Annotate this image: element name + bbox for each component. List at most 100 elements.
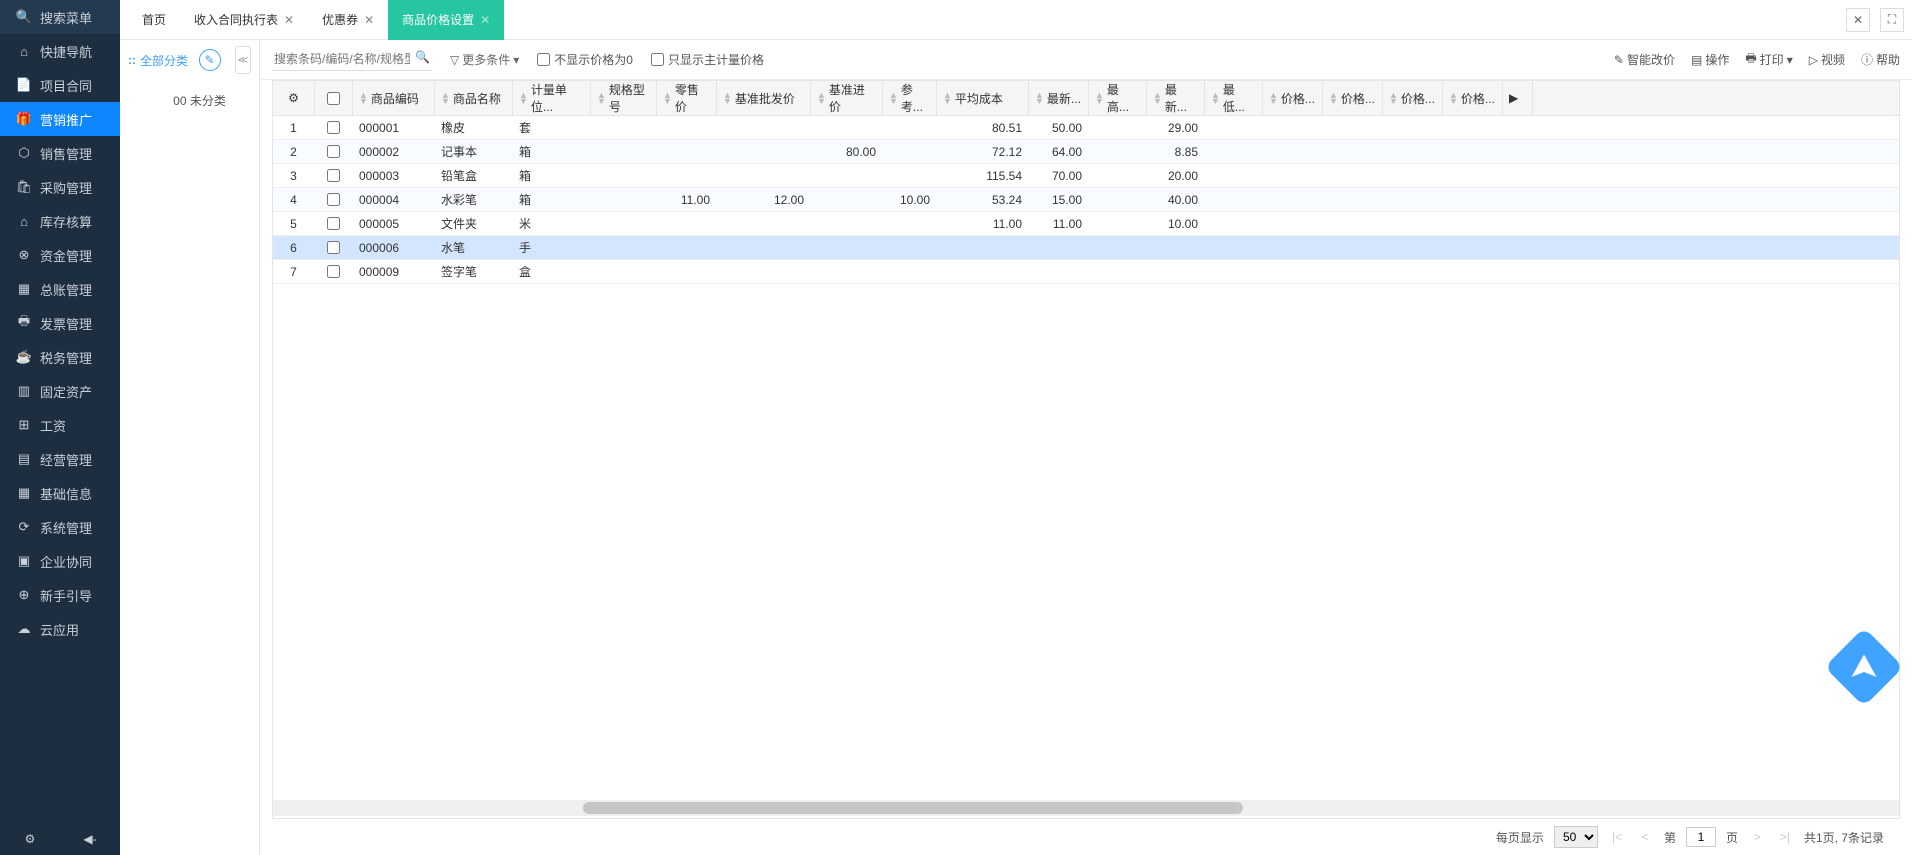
col-reference[interactable]: ▲▼参考... [883, 81, 937, 115]
cell-low [1205, 246, 1263, 250]
cell-unit: 套 [513, 117, 591, 138]
select-all-checkbox[interactable] [315, 81, 353, 115]
settings-icon[interactable]: ⚙ [0, 823, 60, 855]
cell-ref [883, 174, 937, 178]
sidebar-item-5[interactable]: 🛍采购管理 [0, 170, 120, 204]
all-categories-link[interactable]: 全部分类 [128, 52, 188, 69]
col-highest[interactable]: ▲▼最高... [1089, 81, 1147, 115]
sidebar-item-13[interactable]: ▤经营管理 [0, 442, 120, 476]
col-price2[interactable]: ▲▼价格... [1323, 81, 1383, 115]
cell-retail [657, 126, 717, 130]
collapse-sidebar-icon[interactable]: ◀- [60, 823, 120, 855]
col-price4[interactable]: ▲▼价格... [1443, 81, 1503, 115]
close-icon[interactable]: ✕ [480, 13, 490, 27]
close-icon[interactable]: ✕ [284, 13, 294, 27]
cell-high [1089, 198, 1147, 202]
col-base-purchase[interactable]: ▲▼基准进价 [811, 81, 883, 115]
col-retail[interactable]: ▲▼零售价 [657, 81, 717, 115]
cell-spec [591, 174, 657, 178]
row-checkbox[interactable] [315, 263, 353, 280]
prev-page-button[interactable]: < [1636, 830, 1654, 844]
sidebar-item-0[interactable]: 🔍搜索菜单 [0, 0, 120, 34]
cell-end [1503, 126, 1533, 130]
sidebar-item-14[interactable]: ▦基础信息 [0, 476, 120, 510]
tab-label: 首页 [142, 11, 166, 28]
table-row[interactable]: 5000005文件夹米11.0011.0010.00 [273, 212, 1899, 236]
tab-0[interactable]: 首页 [128, 0, 180, 40]
col-lowest[interactable]: ▲▼最低... [1205, 81, 1263, 115]
search-icon[interactable]: 🔍 [415, 50, 430, 64]
sidebar-item-1[interactable]: ⌂快捷导航 [0, 34, 120, 68]
col-spec[interactable]: ▲▼规格型号 [591, 81, 657, 115]
sidebar-item-12[interactable]: ⊞工资 [0, 408, 120, 442]
tab-label: 优惠券 [322, 11, 358, 28]
row-checkbox[interactable] [315, 239, 353, 256]
table-row[interactable]: 2000002记事本箱80.0072.1264.008.85 [273, 140, 1899, 164]
print-button[interactable]: 🖶 打印 ▾ [1745, 49, 1792, 70]
operate-button[interactable]: ▤ 操作 [1691, 49, 1729, 70]
smart-price-button[interactable]: ✎ 智能改价 [1614, 49, 1675, 70]
sidebar-item-7[interactable]: ⊗资金管理 [0, 238, 120, 272]
hide-zero-price-checkbox[interactable]: 不显示价格为0 [537, 51, 633, 68]
cell-avg: 80.51 [937, 119, 1029, 137]
fullscreen-button[interactable]: ⛶ [1880, 8, 1904, 32]
tab-1[interactable]: 收入合同执行表✕ [180, 0, 308, 40]
cell-wholesale [717, 126, 811, 130]
col-latest2[interactable]: ▲▼最新... [1147, 81, 1205, 115]
sidebar-item-3[interactable]: 🎁营销推广 [0, 102, 120, 136]
collapse-panel-button[interactable]: ≪ [235, 46, 251, 74]
sidebar-item-11[interactable]: ▥固定资产 [0, 374, 120, 408]
table-row[interactable]: 7000009签字笔盒 [273, 260, 1899, 284]
sidebar-item-15[interactable]: ⟳系统管理 [0, 510, 120, 544]
last-page-button[interactable]: >| [1776, 830, 1794, 844]
sidebar-item-10[interactable]: ☕税务管理 [0, 340, 120, 374]
table-row[interactable]: 1000001橡皮套80.5150.0029.00 [273, 116, 1899, 140]
col-latest1[interactable]: ▲▼最新... [1029, 81, 1089, 115]
row-checkbox[interactable] [315, 191, 353, 208]
sidebar-item-9[interactable]: 🖶发票管理 [0, 306, 120, 340]
table-row[interactable]: 3000003铅笔盒箱115.5470.0020.00 [273, 164, 1899, 188]
per-page-select[interactable]: 50 [1554, 826, 1598, 848]
sidebar-item-18[interactable]: ☁云应用 [0, 612, 120, 646]
sidebar-item-label: 销售管理 [40, 144, 92, 163]
row-checkbox[interactable] [315, 143, 353, 160]
help-button[interactable]: ⓘ 帮助 [1861, 49, 1900, 70]
close-icon[interactable]: ✕ [364, 13, 374, 27]
col-product-name[interactable]: ▲▼商品名称 [435, 81, 513, 115]
video-help-button[interactable]: ▷ 视频 [1809, 49, 1845, 70]
row-checkbox[interactable] [315, 167, 353, 184]
next-page-button[interactable]: > [1748, 830, 1766, 844]
sidebar-item-16[interactable]: ▣企业协同 [0, 544, 120, 578]
col-avg-cost[interactable]: ▲▼平均成本 [937, 81, 1029, 115]
search-input[interactable] [272, 48, 432, 71]
main-unit-only-checkbox[interactable]: 只显示主计量价格 [651, 51, 764, 68]
first-page-button[interactable]: |< [1608, 830, 1626, 844]
edit-category-button[interactable]: ✎ [199, 49, 221, 71]
row-checkbox[interactable] [315, 119, 353, 136]
table-row[interactable]: 6000006水笔手 [273, 236, 1899, 260]
column-settings-icon[interactable]: ⚙ [273, 81, 315, 115]
table-row[interactable]: 4000004水彩笔箱11.0012.0010.0053.2415.0040.0… [273, 188, 1899, 212]
col-unit[interactable]: ▲▼计量单位... [513, 81, 591, 115]
cell-p3 [1383, 246, 1443, 250]
col-wholesale[interactable]: ▲▼基准批发价 [717, 81, 811, 115]
tab-3[interactable]: 商品价格设置✕ [388, 0, 504, 40]
col-scroll[interactable]: ▶ [1503, 81, 1533, 115]
tab-2[interactable]: 优惠券 ✕ [308, 0, 388, 40]
col-price3[interactable]: ▲▼价格... [1383, 81, 1443, 115]
cell-new: 70.00 [1029, 167, 1089, 185]
row-checkbox[interactable] [315, 215, 353, 232]
col-price1[interactable]: ▲▼价格... [1263, 81, 1323, 115]
sidebar-item-2[interactable]: 📄项目合同 [0, 68, 120, 102]
category-item[interactable]: 00 未分类 [120, 88, 259, 113]
cell-low [1205, 126, 1263, 130]
close-all-tabs-button[interactable]: ✕ [1846, 8, 1870, 32]
horizontal-scrollbar[interactable] [273, 800, 1899, 816]
sidebar-item-6[interactable]: ⌂库存核算 [0, 204, 120, 238]
col-product-code[interactable]: ▲▼商品编码 [353, 81, 435, 115]
page-number-input[interactable] [1686, 827, 1716, 847]
sidebar-item-4[interactable]: ⬡销售管理 [0, 136, 120, 170]
more-conditions-button[interactable]: ▽ 更多条件 ▾ [450, 51, 519, 68]
sidebar-item-8[interactable]: ▦总账管理 [0, 272, 120, 306]
sidebar-item-17[interactable]: ⊕新手引导 [0, 578, 120, 612]
